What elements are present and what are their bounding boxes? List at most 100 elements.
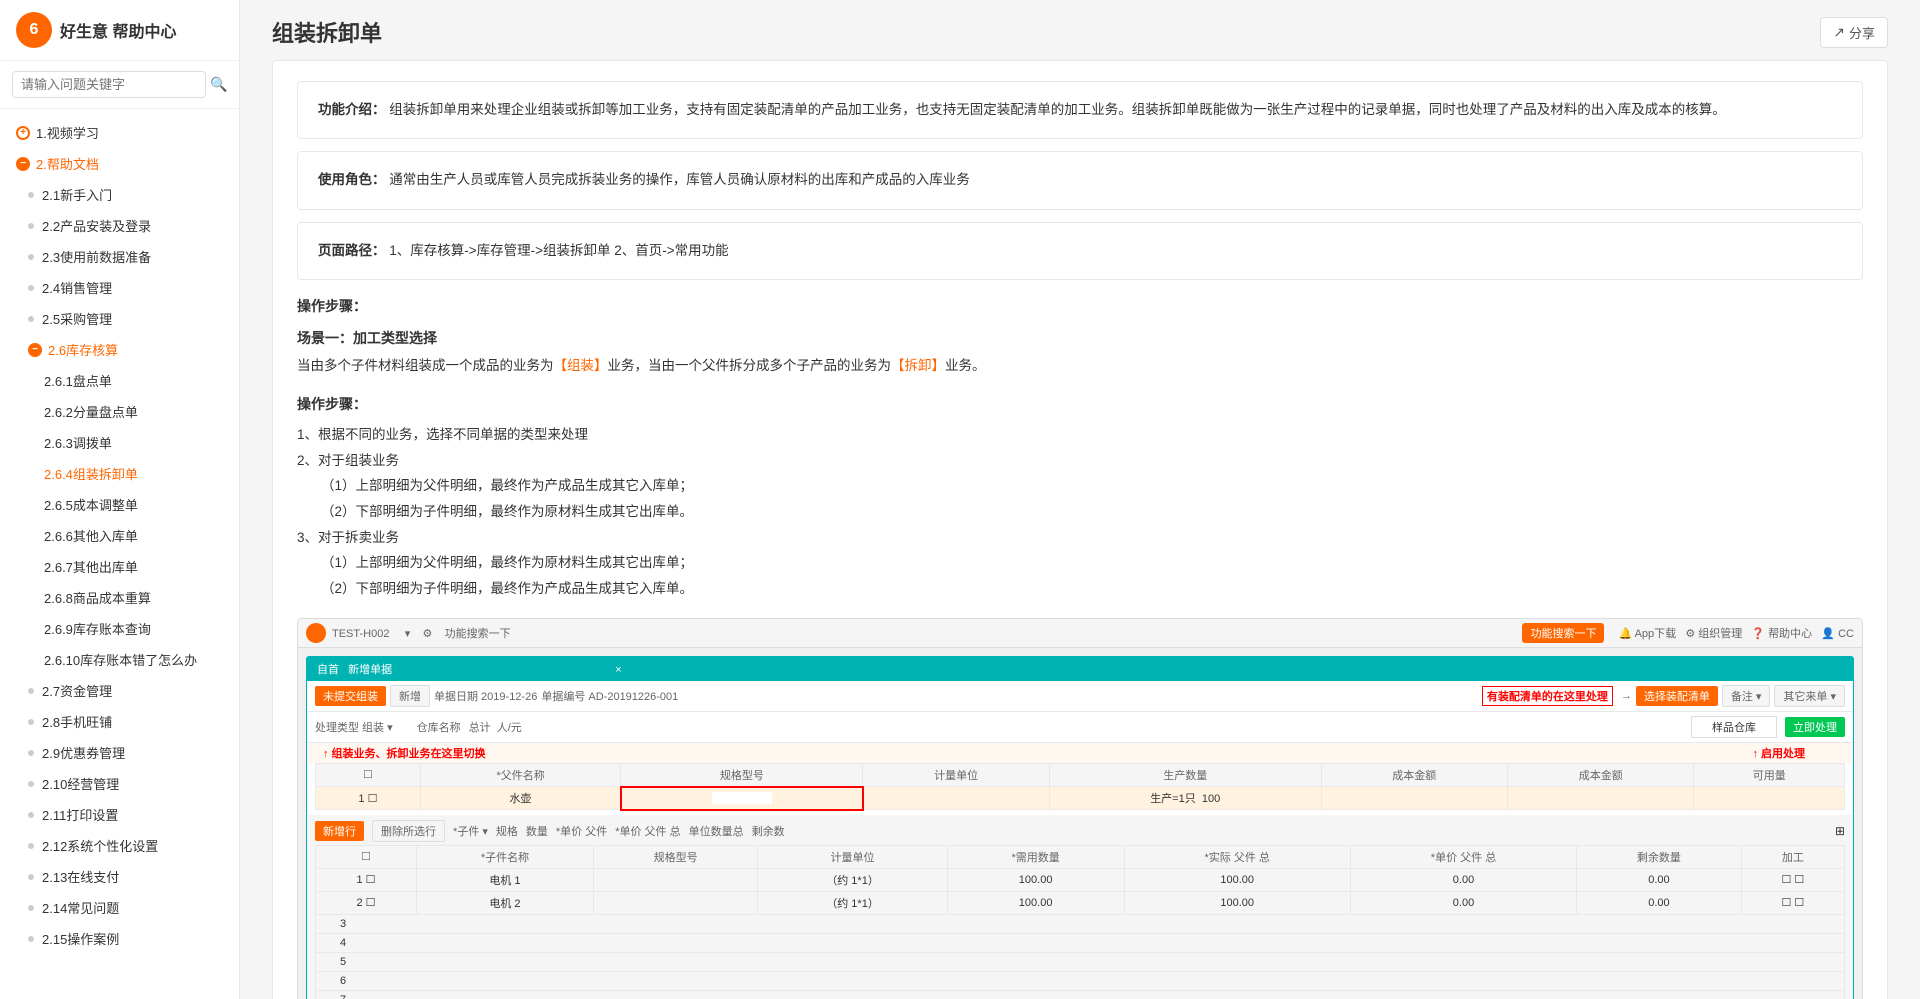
sidebar-item-2-6-7[interactable]: 2.6.7其他出库单 [0,551,239,582]
sidebar-item-2-6[interactable]: 2.6库存核算 [0,334,239,365]
col-avail: 可用量 [1694,763,1845,787]
lrow2-actual: 100.00 [1124,891,1350,914]
fake-topbar: TEST-H002 ▾ ⚙ 功能搜索一下 功能搜索一下 🔔 App下载 ⚙ 组织… [298,619,1862,648]
sidebar-item-2-6-4[interactable]: 2.6.4组装拆卸单 [0,458,239,489]
path-text: 页面路径： 1、库存核算->库存管理->组装拆卸单 2、首页->常用功能 [318,239,1842,263]
scene-desc: 当由多个子件材料组装成一个成品的业务为【组装】业务，当由一个父件拆分成多个子产品… [297,354,1863,378]
fake-expand-icon: ⊞ [1835,824,1845,838]
lrow1-remain: 0.00 [1577,868,1742,891]
step-1: 1、根据不同的业务，选择不同单据的类型来处理 [297,422,1863,448]
sidebar-item-help-docs[interactable]: 2.帮助文档 [0,148,239,179]
lrow2-op: ☐ ☐ [1741,891,1844,914]
fake-annotation-2: ↑ 组装业务、拆卸业务在这里切换 [323,745,486,761]
sidebar: 6 好生意 帮助中心 🔍 1.视频学习 2.帮助文档 2.1新手入门 2.2产品… [0,0,240,999]
lrow1-cost: 0.00 [1350,868,1576,891]
sidebar-item-2-13[interactable]: 2.13在线支付 [0,861,239,892]
dot-2-4 [28,285,34,291]
fake-annotation-1: 有装配清单的在这里处理 [1482,686,1613,706]
sidebar-label-2-6-1: 2.6.1盘点单 [44,371,112,390]
fake-cost-label: *单价 父件 [556,823,607,839]
share-label: 分享 [1849,23,1875,42]
share-button[interactable]: ↗ 分享 [1820,17,1888,48]
col-total: 成本金额 [1507,763,1693,787]
sidebar-header: 6 好生意 帮助中心 [0,0,239,61]
fake-sku-label: 数量 [526,823,548,839]
ops-title: 操作步骤： [297,296,1863,316]
dot-2-3 [28,254,34,260]
lrow6: 6 [316,971,1845,990]
sidebar-label-2-12: 2.12系统个性化设置 [42,836,158,855]
lrow1-op: ☐ ☐ [1741,868,1844,891]
sidebar-item-2-2[interactable]: 2.2产品安装及登录 [0,210,239,241]
fake-app-window: 自首 新增单据 × 未提交组装 新增 单据日期 2019-12- [306,656,1854,999]
sidebar-label-2-5: 2.5采购管理 [42,309,112,328]
screenshot-container: TEST-H002 ▾ ⚙ 功能搜索一下 功能搜索一下 🔔 App下载 ⚙ 组织… [297,618,1863,999]
lrow3: 3 [316,914,1845,933]
sidebar-label-2-3: 2.3使用前数据准备 [42,247,151,266]
fake-annotation-row: ↑ 组装业务、拆卸业务在这里切换 ↑ 启用处理 [307,743,1853,763]
sidebar-item-2-6-6[interactable]: 2.6.6其他入库单 [0,520,239,551]
search-icon[interactable]: 🔍 [210,76,227,93]
sidebar-item-video-learning[interactable]: 1.视频学习 [0,117,239,148]
sidebar-label-2-8: 2.8手机旺铺 [42,712,112,731]
sidebar-item-2-6-1[interactable]: 2.6.1盘点单 [0,365,239,396]
dot-2-14 [28,905,34,911]
sidebar-label-2-6-7: 2.6.7其他出库单 [44,557,138,576]
path-block: 页面路径： 1、库存核算->库存管理->组装拆卸单 2、首页->常用功能 [297,222,1863,280]
col-cost: 成本金额 [1321,763,1507,787]
sidebar-label-2-14: 2.14常见问题 [42,898,119,917]
sidebar-item-2-8[interactable]: 2.8手机旺铺 [0,706,239,737]
fake-logo [306,623,326,643]
lcol-op: 加工 [1741,845,1844,868]
dot-2-7 [28,688,34,694]
sidebar-item-2-15[interactable]: 2.15操作案例 [0,923,239,954]
fake-annotation-3: ↑ 启用处理 [1752,745,1805,761]
sidebar-item-2-9[interactable]: 2.9优惠券管理 [0,737,239,768]
lrow1-qty: 100.00 [947,868,1124,891]
lcol-unit2: 计量单位 [758,845,947,868]
sidebar-item-2-6-3[interactable]: 2.6.3调拨单 [0,427,239,458]
sidebar-item-2-10[interactable]: 2.10经营管理 [0,768,239,799]
sidebar-item-2-3[interactable]: 2.3使用前数据准备 [0,241,239,272]
expand-icon-1 [16,126,30,140]
col-price: 生产数量 [1049,763,1321,787]
sidebar-item-2-6-8[interactable]: 2.6.8商品成本重算 [0,582,239,613]
sub-step-3-2: （2）下部明细为子件明细，最终作为产成品生成其它入库单。 [321,576,1863,602]
lrow1-unit: （约 1*1） [758,868,947,891]
fake-qty-label: 总计 人/元 [469,719,522,735]
fake-save-btn: 未提交组装 [315,686,386,706]
sidebar-item-2-7[interactable]: 2.7资金管理 [0,675,239,706]
sidebar-item-2-6-2[interactable]: 2.6.2分量盘点单 [0,396,239,427]
search-input[interactable] [12,71,206,98]
lrow5: 5 [316,952,1845,971]
sidebar-label-2-6-3: 2.6.3调拨单 [44,433,112,452]
sidebar-item-2-1[interactable]: 2.1新手入门 [0,179,239,210]
row1-qty: 生产=1只 100 [1049,787,1321,810]
share-icon: ↗ [1833,24,1845,41]
col-name: *父件名称 [420,763,620,787]
fake-cost2-label: *单价 父件 总 [615,823,680,839]
fake-date-label: 单据日期 2019-12-26 [434,688,537,704]
role-text: 使用角色： 通常由生产人员或库管人员完成拆装业务的操作，库管人员确认原材料的出库… [318,168,1842,192]
lrow2-remain: 0.00 [1577,891,1742,914]
sidebar-item-2-4[interactable]: 2.4销售管理 [0,272,239,303]
col-qty: 计量单位 [863,763,1049,787]
sidebar-item-2-14[interactable]: 2.14常见问题 [0,892,239,923]
sidebar-label-2-6: 2.6库存核算 [48,340,118,359]
sidebar-item-2-11[interactable]: 2.11打印设置 [0,799,239,830]
scene-title: 场景一：加工类型选择 [297,328,1863,348]
sidebar-item-2-6-5[interactable]: 2.6.5成本调整单 [0,489,239,520]
sidebar-label-2-6-10: 2.6.10库存账本错了怎么办 [44,650,197,669]
sidebar-item-2-5[interactable]: 2.5采购管理 [0,303,239,334]
sidebar-label-2-15: 2.15操作案例 [42,929,119,948]
sidebar-item-2-12[interactable]: 2.12系统个性化设置 [0,830,239,861]
fake-action-btn: 备注 ▾ [1722,685,1771,707]
dot-2-12 [28,843,34,849]
sidebar-label-2-6-9: 2.6.9库存账本查询 [44,619,151,638]
fake-name-label: 仓库名称 [417,719,461,735]
row1-name: 水壶 [420,787,620,810]
sidebar-item-2-6-9[interactable]: 2.6.9库存账本查询 [0,613,239,644]
sidebar-item-2-6-10[interactable]: 2.6.10库存账本错了怎么办 [0,644,239,675]
sidebar-label-2-6-2: 2.6.2分量盘点单 [44,402,138,421]
dot-2-2 [28,223,34,229]
